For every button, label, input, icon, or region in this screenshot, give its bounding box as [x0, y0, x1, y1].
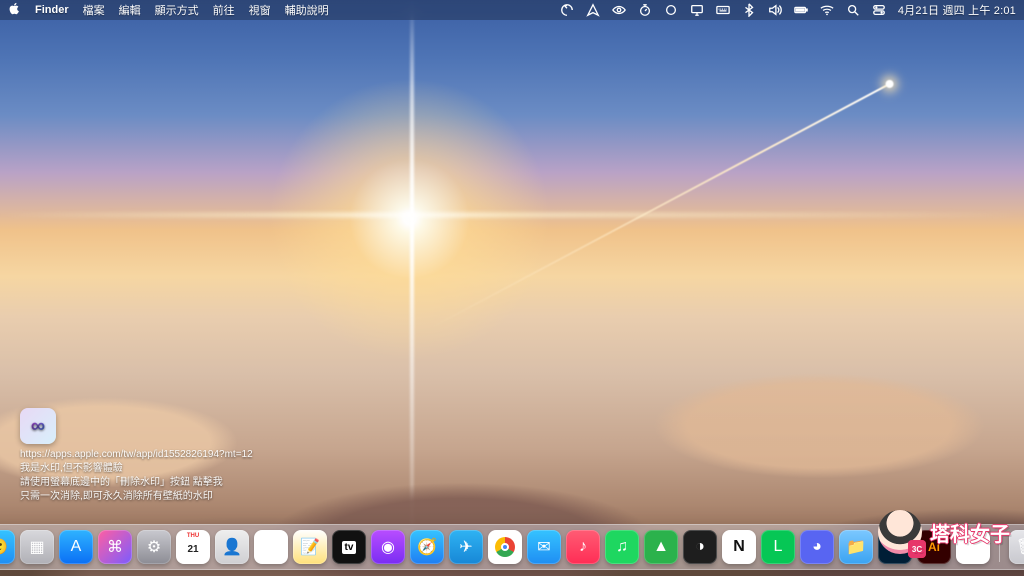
dock-spotify[interactable]: ♫ [605, 530, 639, 564]
menu-edit[interactable]: 編輯 [119, 2, 141, 18]
circle-icon[interactable] [664, 3, 678, 17]
dock-calendar[interactable]: THU21 [176, 530, 210, 564]
dock-figma[interactable]: ◑ [683, 530, 717, 564]
dock-trash[interactable]: 🗑 [1009, 530, 1024, 564]
airdrop-icon[interactable] [586, 3, 600, 17]
dock-discord[interactable]: ◕ [800, 530, 834, 564]
site-avatar: 3C [878, 510, 922, 554]
apple-menu[interactable] [8, 2, 21, 18]
dock-music[interactable]: ♪ [566, 530, 600, 564]
search-icon[interactable] [846, 3, 860, 17]
wifi-icon[interactable] [820, 3, 834, 17]
dock-container: 🙂▦A⌘⚙THU21👤☰📝tv◉🧭✈✉♪♫▲◑NL◕📁PsAi🖼🗑 [0, 524, 1024, 570]
dock-reminders[interactable]: ☰ [254, 530, 288, 564]
dock-chrome[interactable] [488, 530, 522, 564]
watermark-line1: 我是水印,但不影響體驗 [20, 462, 253, 476]
dock-launchpad[interactable]: ▦ [20, 530, 54, 564]
watermark-line3: 只需一次消除,即可永久消除所有壁紙的水印 [20, 490, 253, 504]
dock-line[interactable]: L [761, 530, 795, 564]
dock-folder[interactable]: 📁 [839, 530, 873, 564]
bluetooth-icon[interactable] [742, 3, 756, 17]
menu-bar: Finder 檔案 編輯 顯示方式 前往 視窗 輔助說明 4月21日 週四 上午… [0, 0, 1024, 20]
stopwatch-icon[interactable] [638, 3, 652, 17]
dock-feedly[interactable]: ▲ [644, 530, 678, 564]
menu-go[interactable]: 前往 [213, 2, 235, 18]
watermark-url: https://apps.apple.com/tw/app/id15528261… [20, 448, 253, 462]
watermark-app-icon: ∞ [20, 408, 56, 444]
volume-icon[interactable] [768, 3, 782, 17]
dock-tv[interactable]: tv [332, 530, 366, 564]
dock-podcasts[interactable]: ◉ [371, 530, 405, 564]
dock: 🙂▦A⌘⚙THU21👤☰📝tv◉🧭✈✉♪♫▲◑NL◕📁PsAi🖼🗑 [0, 524, 1024, 570]
wallpaper-watermark: ∞ https://apps.apple.com/tw/app/id155282… [20, 408, 253, 504]
dock-notion[interactable]: N [722, 530, 756, 564]
battery-icon[interactable] [794, 3, 808, 17]
control-center-icon[interactable] [872, 3, 886, 17]
dock-finder[interactable]: 🙂 [0, 530, 15, 564]
site-badge: 3C 塔科女子 [878, 510, 1010, 554]
keyboard-icon[interactable] [716, 3, 730, 17]
menu-file[interactable]: 檔案 [83, 2, 105, 18]
dock-safari[interactable]: 🧭 [410, 530, 444, 564]
dock-app-store[interactable]: A [59, 530, 93, 564]
display-icon[interactable] [690, 3, 704, 17]
dock-system-preferences[interactable]: ⚙ [137, 530, 171, 564]
site-avatar-tag: 3C [908, 540, 926, 558]
dock-contacts[interactable]: 👤 [215, 530, 249, 564]
site-badge-text: 塔科女子 [930, 518, 1010, 547]
dock-notes[interactable]: 📝 [293, 530, 327, 564]
menubar-datetime[interactable]: 4月21日 週四 上午 2:01 [898, 2, 1016, 18]
watermark-line2: 請使用螢幕底邊中的「刪除水印」按鈕 點擊我 [20, 476, 253, 490]
menu-window[interactable]: 視窗 [249, 2, 271, 18]
active-app-name[interactable]: Finder [35, 4, 69, 16]
dock-mail[interactable]: ✉ [527, 530, 561, 564]
dock-shortcuts[interactable]: ⌘ [98, 530, 132, 564]
eye-icon[interactable] [612, 3, 626, 17]
rewind-icon[interactable] [560, 3, 574, 17]
menu-view[interactable]: 顯示方式 [155, 2, 199, 18]
menu-help[interactable]: 輔助說明 [285, 2, 329, 18]
calendar-day-badge: 21 [176, 544, 210, 555]
dock-telegram[interactable]: ✈ [449, 530, 483, 564]
